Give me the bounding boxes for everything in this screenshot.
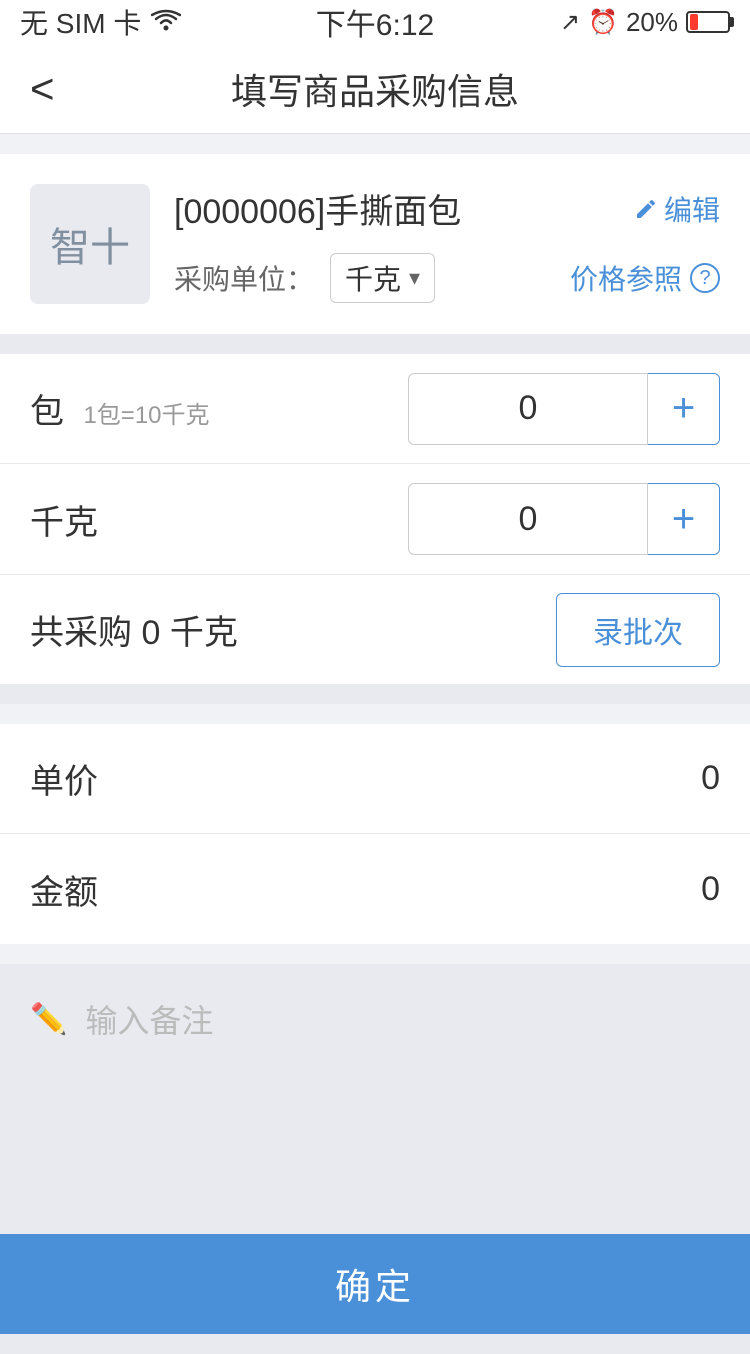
total-label: 共采购 <box>30 614 132 652</box>
location-icon: ↗ <box>560 8 580 37</box>
product-name-row: [0000006]手撕面包 编辑 <box>174 184 720 233</box>
kg-quantity-value: 0 <box>519 500 538 539</box>
alarm-icon: ⏰ <box>588 8 618 37</box>
help-icon: ? <box>690 263 720 293</box>
price-ref-label: 价格参照 <box>570 258 682 298</box>
total-row: 共采购 0 千克 录批次 <box>0 574 750 684</box>
nav-bar: < 填写商品采购信息 <box>0 44 750 134</box>
divider-2 <box>0 684 750 704</box>
bag-sub-label: 1包=10千克 <box>83 402 209 429</box>
total-amount: 0 <box>141 614 160 652</box>
page-title: 填写商品采购信息 <box>231 63 519 115</box>
edit-button[interactable]: 编辑 <box>634 189 720 229</box>
battery-percent: 20% <box>626 7 678 38</box>
quantity-section: 包 1包=10千克 0 + 千克 0 + <box>0 354 750 574</box>
record-batch-button[interactable]: 录批次 <box>556 593 720 667</box>
unit-price-value: 0 <box>701 759 720 798</box>
price-ref-button[interactable]: 价格参照 ? <box>570 258 720 298</box>
bag-input-row: 包 1包=10千克 0 + <box>0 354 750 464</box>
kg-plus-button[interactable]: + <box>648 483 720 555</box>
unit-price-label: 单价 <box>30 754 98 803</box>
wifi-icon <box>151 6 181 38</box>
status-left: 无 SIM 卡 <box>20 2 181 42</box>
kg-qty-box: 0 + <box>408 483 720 555</box>
product-info: [0000006]手撕面包 编辑 采购单位： 千克 ▾ 价格参照 ? <box>174 184 720 303</box>
unit-select[interactable]: 千克 ▾ <box>330 253 435 303</box>
price-section: 单价 0 金额 0 <box>0 724 750 944</box>
product-logo: 智十 <box>50 215 130 273</box>
amount-value: 0 <box>701 870 720 909</box>
unit-label: 采购单位： <box>174 258 314 298</box>
amount-row: 金额 0 <box>0 834 750 944</box>
unit-dropdown-arrow: ▾ <box>409 265 420 291</box>
confirm-button[interactable]: 确定 <box>0 1234 750 1334</box>
bag-label-text: 包 <box>30 393 64 431</box>
status-right: ↗ ⏰ 20% <box>560 7 730 38</box>
unit-price-row: 单价 0 <box>0 724 750 834</box>
bag-label: 包 1包=10千克 <box>30 384 408 433</box>
back-button[interactable]: < <box>30 65 55 113</box>
edit-icon <box>634 197 658 221</box>
product-card: 智十 [0000006]手撕面包 编辑 采购单位： 千克 ▾ 价格参照 ? <box>0 154 750 334</box>
product-image: 智十 <box>30 184 150 304</box>
bag-plus-button[interactable]: + <box>648 373 720 445</box>
pencil-icon: ✏️ <box>30 1002 67 1037</box>
carrier-text: 无 SIM 卡 <box>20 2 141 42</box>
edit-label: 编辑 <box>664 189 720 229</box>
bag-quantity-input[interactable]: 0 <box>408 373 648 445</box>
amount-label: 金额 <box>30 865 98 914</box>
divider-1 <box>0 334 750 354</box>
kg-quantity-input[interactable]: 0 <box>408 483 648 555</box>
note-placeholder: 输入备注 <box>85 996 213 1042</box>
product-unit-row: 采购单位： 千克 ▾ 价格参照 ? <box>174 253 720 303</box>
status-bar: 无 SIM 卡 下午6:12 ↗ ⏰ 20% <box>0 0 750 44</box>
product-name: [0000006]手撕面包 <box>174 184 461 233</box>
status-time: 下午6:12 <box>316 0 434 44</box>
unit-selector-row: 采购单位： 千克 ▾ <box>174 253 435 303</box>
kg-label: 千克 <box>30 495 408 544</box>
kg-input-row: 千克 0 + <box>0 464 750 574</box>
total-unit: 千克 <box>170 614 238 652</box>
unit-value: 千克 <box>345 258 401 298</box>
total-text: 共采购 0 千克 <box>30 605 238 654</box>
battery-icon <box>686 11 730 33</box>
note-section[interactable]: ✏️ 输入备注 <box>0 964 750 1074</box>
bag-quantity-value: 0 <box>519 389 538 428</box>
bag-qty-box: 0 + <box>408 373 720 445</box>
